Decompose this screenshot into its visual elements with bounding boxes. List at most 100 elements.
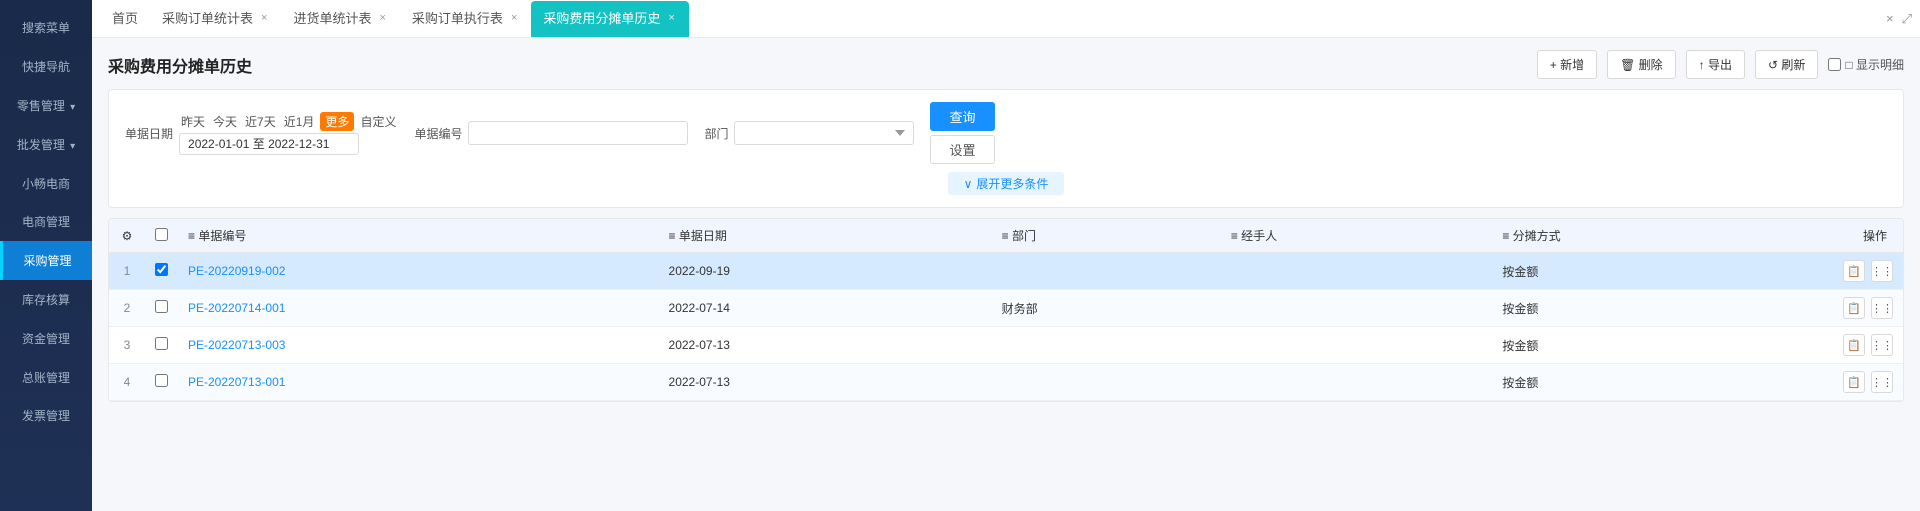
- select-all-checkbox[interactable]: [155, 228, 168, 241]
- col-doc-date-header: ≡ 单据日期: [659, 219, 992, 253]
- page-header: 采购费用分摊单历史 + 新增 🗑 删除 ↑ 导出 ↺ 刷新 □ 显示明细: [108, 50, 1904, 79]
- home-tab-label: 首页: [112, 8, 138, 27]
- sidebar-label-invoice: 发票管理: [4, 408, 88, 425]
- row-checkbox-3[interactable]: [145, 327, 178, 364]
- show-detail-label[interactable]: □ 显示明细: [1828, 56, 1904, 73]
- tab-purchase-cost-history[interactable]: 采购费用分摊单历史×: [531, 1, 688, 37]
- more-action-2[interactable]: ⋮⋮: [1871, 297, 1893, 319]
- sidebar-label-quick: 快捷导航: [4, 59, 88, 76]
- show-detail-checkbox[interactable]: [1828, 58, 1841, 71]
- toolbar: + 新增 🗑 删除 ↑ 导出 ↺ 刷新 □ 显示明细: [1537, 50, 1904, 79]
- last7-btn[interactable]: 近7天: [243, 112, 278, 131]
- row-actions-1: 📋 ⋮⋮: [1813, 253, 1903, 290]
- row-num-1: 1: [109, 253, 145, 290]
- sidebar-item-mobile[interactable]: 小畅电商: [0, 164, 92, 203]
- query-button[interactable]: 查询: [930, 102, 994, 131]
- last1m-btn[interactable]: 近1月: [282, 112, 317, 131]
- more-action-4[interactable]: ⋮⋮: [1871, 371, 1893, 393]
- table-row: 2 PE-20220714-001 2022-07-14 财务部 按金额 📋 ⋮…: [109, 290, 1903, 327]
- col-handler-header: ≡ 经手人: [1221, 219, 1493, 253]
- row-checkbox-4[interactable]: [145, 364, 178, 401]
- more-action-3[interactable]: ⋮⋮: [1871, 334, 1893, 356]
- sidebar-item-retail[interactable]: 零售管理 ▾: [0, 86, 92, 125]
- sidebar-item-inventory[interactable]: 库存核算: [0, 280, 92, 319]
- sidebar-label-inventory: 库存核算: [4, 292, 88, 309]
- row-check-2[interactable]: [155, 300, 168, 313]
- view-action-3[interactable]: 📋: [1843, 334, 1865, 356]
- show-detail-text: □ 显示明细: [1845, 56, 1904, 73]
- add-button[interactable]: + 新增: [1537, 50, 1597, 79]
- row-dept-3: [992, 327, 1221, 364]
- dept-select[interactable]: 财务部: [734, 121, 914, 145]
- row-doc-num-4: PE-20220713-001: [178, 364, 659, 401]
- doc-num-label: 单据编号: [414, 125, 462, 142]
- sidebar-item-quick[interactable]: 快捷导航: [0, 47, 92, 86]
- doc-num-link-1[interactable]: PE-20220919-002: [188, 264, 285, 278]
- sidebar-label-mobile: 小畅电商: [4, 176, 88, 193]
- tab-import-stats[interactable]: 进货单统计表×: [281, 1, 399, 37]
- col-checkbox-header[interactable]: [145, 219, 178, 253]
- view-action-1[interactable]: 📋: [1843, 260, 1865, 282]
- col-settings[interactable]: ⚙: [109, 219, 145, 253]
- sidebar-label-retail: 零售管理 ▾: [4, 98, 88, 115]
- sidebar-item-finance[interactable]: 资金管理: [0, 319, 92, 358]
- row-actions-3: 📋 ⋮⋮: [1813, 327, 1903, 364]
- row-dept-2: 财务部: [992, 290, 1221, 327]
- tab-close-import-stats[interactable]: ×: [377, 11, 387, 25]
- expand-icon: ∨: [964, 177, 973, 191]
- sidebar-item-invoice[interactable]: 发票管理: [0, 396, 92, 435]
- tab-purchase-order-exec[interactable]: 采购订单执行表×: [400, 1, 531, 37]
- row-doc-date-2: 2022-07-14: [659, 290, 992, 327]
- tab-home[interactable]: 首页: [100, 1, 150, 37]
- row-checkbox-2[interactable]: [145, 290, 178, 327]
- row-actions-4: 📋 ⋮⋮: [1813, 364, 1903, 401]
- more-action-1[interactable]: ⋮⋮: [1871, 260, 1893, 282]
- tab-purchase-order-stats[interactable]: 采购订单统计表×: [150, 1, 281, 37]
- row-check-1[interactable]: [155, 263, 168, 276]
- tab-close-purchase-cost-history[interactable]: ×: [666, 11, 676, 25]
- row-dept-1: [992, 253, 1221, 290]
- table-wrap: ⚙ ≡ 单据编号 ≡ 单据日期 ≡ 部门 ≡ 经手人 ≡ 分摊方式 操作 1 P…: [108, 218, 1904, 402]
- setting-button[interactable]: 设置: [930, 135, 994, 164]
- doc-num-link-3[interactable]: PE-20220713-003: [188, 338, 285, 352]
- sidebar-item-ledger[interactable]: 总账管理: [0, 358, 92, 397]
- sidebar-item-wholesale[interactable]: 批发管理 ▾: [0, 125, 92, 164]
- more-btn[interactable]: 更多: [320, 112, 354, 131]
- date-range-input[interactable]: [179, 133, 359, 155]
- yesterday-btn[interactable]: 昨天: [179, 112, 207, 131]
- row-check-3[interactable]: [155, 337, 168, 350]
- row-check-4[interactable]: [155, 374, 168, 387]
- view-action-4[interactable]: 📋: [1843, 371, 1865, 393]
- expand-btn[interactable]: ∨ 展开更多条件: [948, 172, 1065, 195]
- delete-button[interactable]: 🗑 删除: [1607, 50, 1676, 79]
- sidebar-label-finance: 资金管理: [4, 331, 88, 348]
- sidebar-item-purchase[interactable]: 采购管理: [0, 241, 92, 280]
- row-split-method-3: 按金额: [1492, 327, 1813, 364]
- tab-close-purchase-order-exec[interactable]: ×: [509, 11, 519, 25]
- doc-num-link-4[interactable]: PE-20220713-001: [188, 375, 285, 389]
- row-doc-num-3: PE-20220713-003: [178, 327, 659, 364]
- page-title: 采购费用分摊单历史: [108, 53, 252, 77]
- window-expand-btn[interactable]: ⤢: [1902, 11, 1912, 27]
- row-handler-4: [1221, 364, 1493, 401]
- col-split-method-header: ≡ 分摊方式: [1492, 219, 1813, 253]
- doc-num-link-2[interactable]: PE-20220714-001: [188, 301, 285, 315]
- doc-num-input[interactable]: [468, 121, 688, 145]
- search-btns: 查询 设置: [930, 102, 994, 164]
- row-doc-date-4: 2022-07-13: [659, 364, 992, 401]
- date-field: 单据日期 昨天 今天 近7天 近1月 更多 自定义: [125, 112, 398, 155]
- col-dept-header: ≡ 部门: [992, 219, 1221, 253]
- custom-btn[interactable]: 自定义: [358, 112, 398, 131]
- view-action-2[interactable]: 📋: [1843, 297, 1865, 319]
- row-handler-2: [1221, 290, 1493, 327]
- tab-close-purchase-order-stats[interactable]: ×: [259, 11, 269, 25]
- export-button[interactable]: ↑ 导出: [1686, 50, 1745, 79]
- search-row: 单据日期 昨天 今天 近7天 近1月 更多 自定义: [125, 102, 1887, 164]
- sidebar-item-search[interactable]: 搜索菜单: [0, 8, 92, 47]
- today-btn[interactable]: 今天: [211, 112, 239, 131]
- row-checkbox-1[interactable]: [145, 253, 178, 290]
- window-close-btn[interactable]: ×: [1886, 11, 1894, 26]
- refresh-button[interactable]: ↺ 刷新: [1755, 50, 1818, 79]
- row-num-3: 3: [109, 327, 145, 364]
- sidebar-item-ecom[interactable]: 电商管理: [0, 202, 92, 241]
